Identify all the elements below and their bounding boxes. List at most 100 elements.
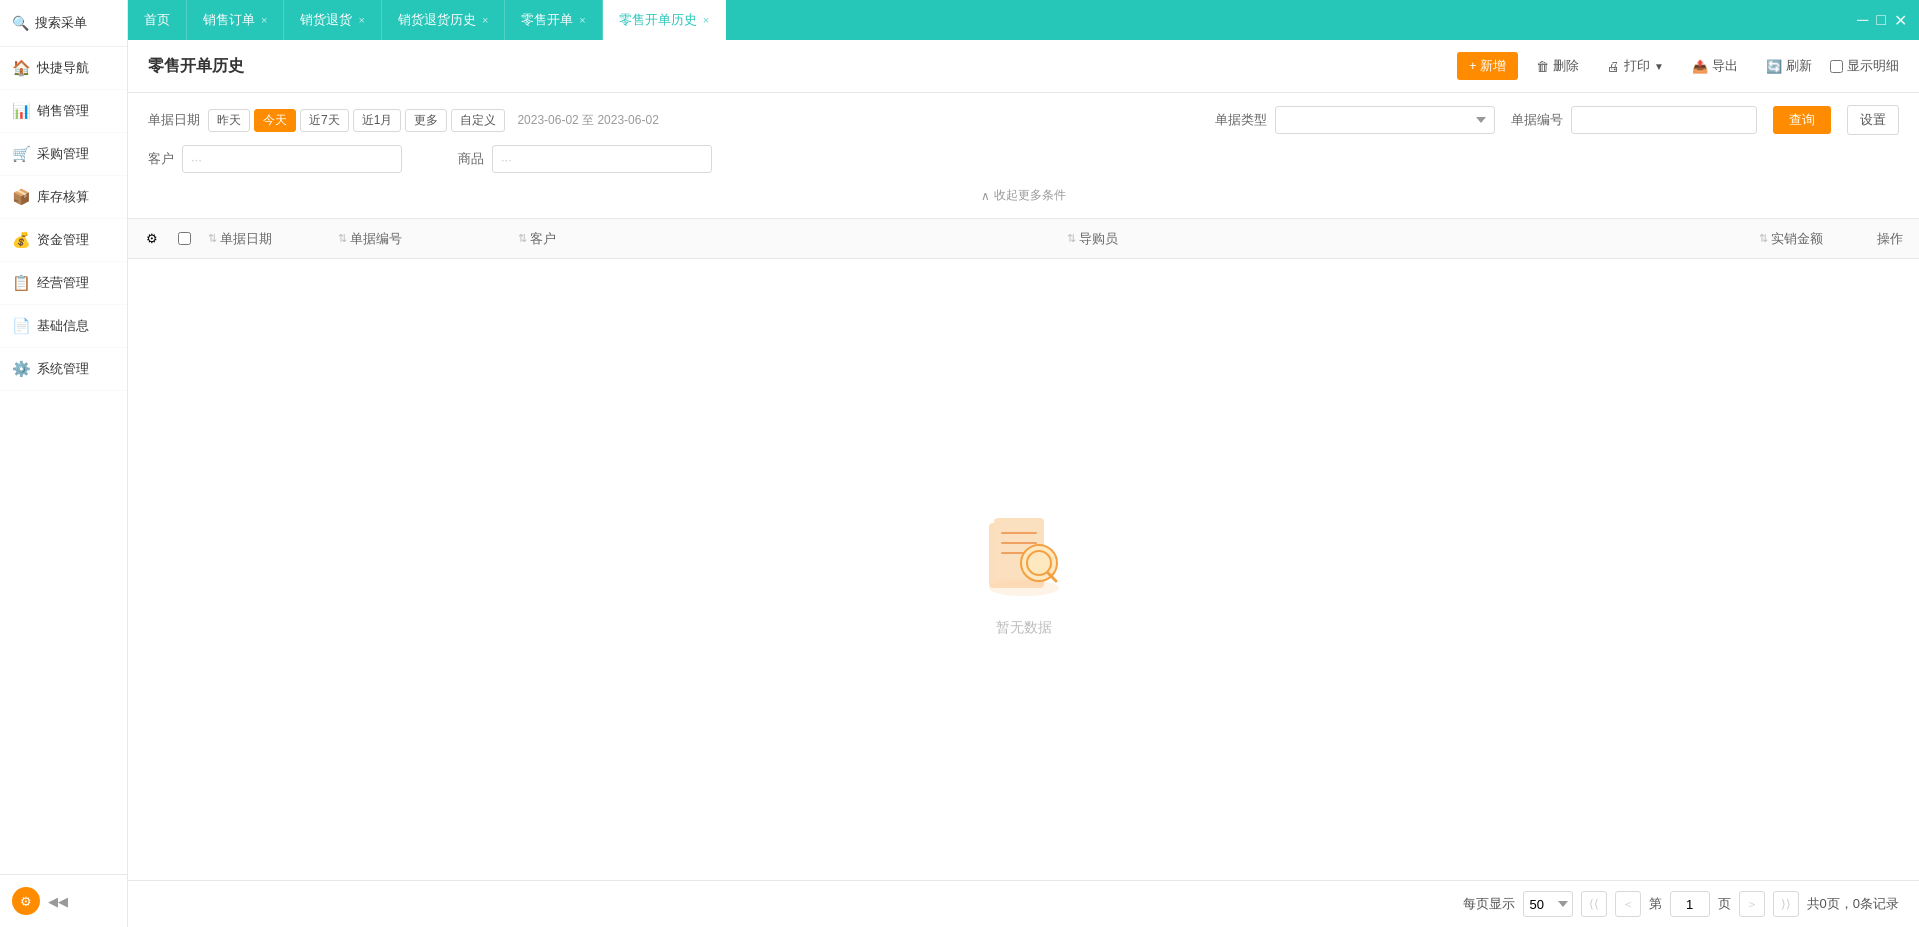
th-billno[interactable]: ⇅ 单据编号 [330,230,510,248]
date-filter: 单据日期 昨天 今天 近7天 近1月 更多 自定义 2023-06-02 至 2… [148,109,659,132]
sidebar-item-inventory[interactable]: 📦 库存核算 [0,176,127,219]
sidebar-collapse-button[interactable]: ◀◀ [48,894,68,909]
th-guide[interactable]: ⇅ 导购员 [1059,230,1179,248]
minimize-button[interactable]: ─ [1857,11,1868,29]
th-settings[interactable]: ⚙ [136,231,168,246]
page-title: 零售开单历史 [148,56,244,77]
sidebar-item-label: 销售管理 [37,102,89,120]
date-today[interactable]: 今天 [254,109,296,132]
prev-page-button[interactable]: ＜ [1615,891,1641,917]
last-page-button[interactable]: ⟩⟩ [1773,891,1799,917]
bill-type-select[interactable] [1275,106,1495,134]
th-amount[interactable]: ⇅ 实销金额 [1711,230,1831,248]
query-button[interactable]: 查询 [1773,106,1831,134]
home-icon: 🏠 [12,59,31,77]
sidebar-item-ops-mgmt[interactable]: 📋 经营管理 [0,262,127,305]
th-ops: 操作 [1831,230,1911,248]
tab-retail-open-close[interactable]: × [579,14,585,26]
tab-retail-history[interactable]: 零售开单历史 × [603,0,726,40]
select-all-checkbox[interactable] [178,232,191,245]
tab-sales-order[interactable]: 销售订单 × [187,0,284,40]
date-last1m[interactable]: 近1月 [353,109,402,132]
display-cols-checkbox[interactable] [1830,60,1843,73]
tab-retail-history-close[interactable]: × [703,14,709,26]
close-button[interactable]: ✕ [1894,11,1907,30]
cart-icon: 🛒 [12,145,31,163]
customer-input[interactable]: ··· [182,145,402,173]
tab-sales-return-history-label: 销货退货历史 [398,11,476,29]
sidebar-item-sales-mgmt[interactable]: 📊 销售管理 [0,90,127,133]
clipboard-icon: 📋 [12,274,31,292]
filter-row-2: 客户 ··· 商品 ··· [148,145,1899,173]
goods-input[interactable]: ··· [492,145,712,173]
sort-icon: ⇅ [338,232,347,245]
sort-icon: ⇅ [1067,232,1076,245]
sidebar-search[interactable]: 🔍 搜索采单 [0,0,127,47]
maximize-button[interactable]: □ [1876,11,1886,29]
sidebar-item-label: 基础信息 [37,317,89,335]
tab-retail-open-label: 零售开单 [521,11,573,29]
tab-sales-return[interactable]: 销货退货 × [284,0,381,40]
print-button[interactable]: 🖨 打印 ▼ [1597,52,1674,80]
tab-sales-return-history[interactable]: 销货退货历史 × [382,0,505,40]
sidebar-item-purchase-mgmt[interactable]: 🛒 采购管理 [0,133,127,176]
th-date[interactable]: ⇅ 单据日期 [200,230,330,248]
th-checkbox[interactable] [168,232,200,245]
tab-home[interactable]: 首页 [128,0,187,40]
page-input[interactable] [1670,891,1710,917]
chevron-up-icon: ∧ [981,189,990,203]
empty-state: 暂无数据 [128,259,1919,880]
first-page-button[interactable]: ⟨⟨ [1581,891,1607,917]
empty-text: 暂无数据 [996,619,1052,637]
delete-icon: 🗑 [1536,59,1549,74]
next-page-button[interactable]: ＞ [1739,891,1765,917]
date-more[interactable]: 更多 [405,109,447,132]
tab-retail-open[interactable]: 零售开单 × [505,0,602,40]
empty-illustration [964,503,1084,603]
tab-sales-return-label: 销货退货 [300,11,352,29]
date-range: 2023-06-02 至 2023-06-02 [517,112,658,129]
table-header: ⚙ ⇅ 单据日期 ⇅ 单据编号 ⇅ 客户 ⇅ 导购员 [128,219,1919,259]
customer-filter: 客户 ··· [148,145,402,173]
date-last7[interactable]: 近7天 [300,109,349,132]
sidebar-item-finance[interactable]: 💰 资金管理 [0,219,127,262]
customer-label: 客户 [148,150,174,168]
collapse-more[interactable]: ∧ 收起更多条件 [148,183,1899,212]
toolbar: + 新增 🗑 删除 🖨 打印 ▼ 📤 导出 🔄 刷新 [1457,52,1899,80]
sort-icon: ⇅ [518,232,527,245]
sidebar-settings-button[interactable]: ⚙ [12,887,40,915]
filter-area: 单据日期 昨天 今天 近7天 近1月 更多 自定义 2023-06-02 至 2… [128,93,1919,219]
print-icon: 🖨 [1607,59,1620,74]
sidebar-item-basic-info[interactable]: 📄 基础信息 [0,305,127,348]
top-nav: 首页 销售订单 × 销货退货 × 销货退货历史 × 零售开单 × 零售开单历史 … [128,0,1919,40]
tab-sales-return-history-close[interactable]: × [482,14,488,26]
display-cols-label[interactable]: 显示明细 [1830,57,1899,75]
per-page-select[interactable]: 50 10 20 100 [1523,891,1573,917]
sort-icon: ⇅ [208,232,217,245]
bill-no-label: 单据编号 [1511,111,1563,129]
add-button[interactable]: + 新增 [1457,52,1518,80]
settings-button[interactable]: 设置 [1847,105,1899,135]
delete-button[interactable]: 🗑 删除 [1526,52,1589,80]
sidebar: 🔍 搜索采单 🏠 快捷导航 📊 销售管理 🛒 采购管理 📦 库存核算 💰 资金管… [0,0,128,927]
sidebar-item-sys-mgmt[interactable]: ⚙️ 系统管理 [0,348,127,391]
tab-sales-order-close[interactable]: × [261,14,267,26]
sort-icon: ⇅ [1759,232,1768,245]
bill-no-input[interactable] [1571,106,1757,134]
gear-icon: ⚙️ [12,360,31,378]
doc-icon: 📄 [12,317,31,335]
sidebar-item-label: 快捷导航 [37,59,89,77]
th-customer[interactable]: ⇅ 客户 [510,230,1059,248]
tab-sales-return-close[interactable]: × [358,14,364,26]
date-buttons: 昨天 今天 近7天 近1月 更多 自定义 [208,109,505,132]
date-yesterday[interactable]: 昨天 [208,109,250,132]
date-custom[interactable]: 自定义 [451,109,505,132]
export-button[interactable]: 📤 导出 [1682,52,1748,80]
sidebar-item-label: 资金管理 [37,231,89,249]
refresh-button[interactable]: 🔄 刷新 [1756,52,1822,80]
box-icon: 📦 [12,188,31,206]
sidebar-bottom: ⚙ ◀◀ [0,874,127,927]
page-suffix: 页 [1718,895,1731,913]
money-icon: 💰 [12,231,31,249]
sidebar-item-quick-nav[interactable]: 🏠 快捷导航 [0,47,127,90]
